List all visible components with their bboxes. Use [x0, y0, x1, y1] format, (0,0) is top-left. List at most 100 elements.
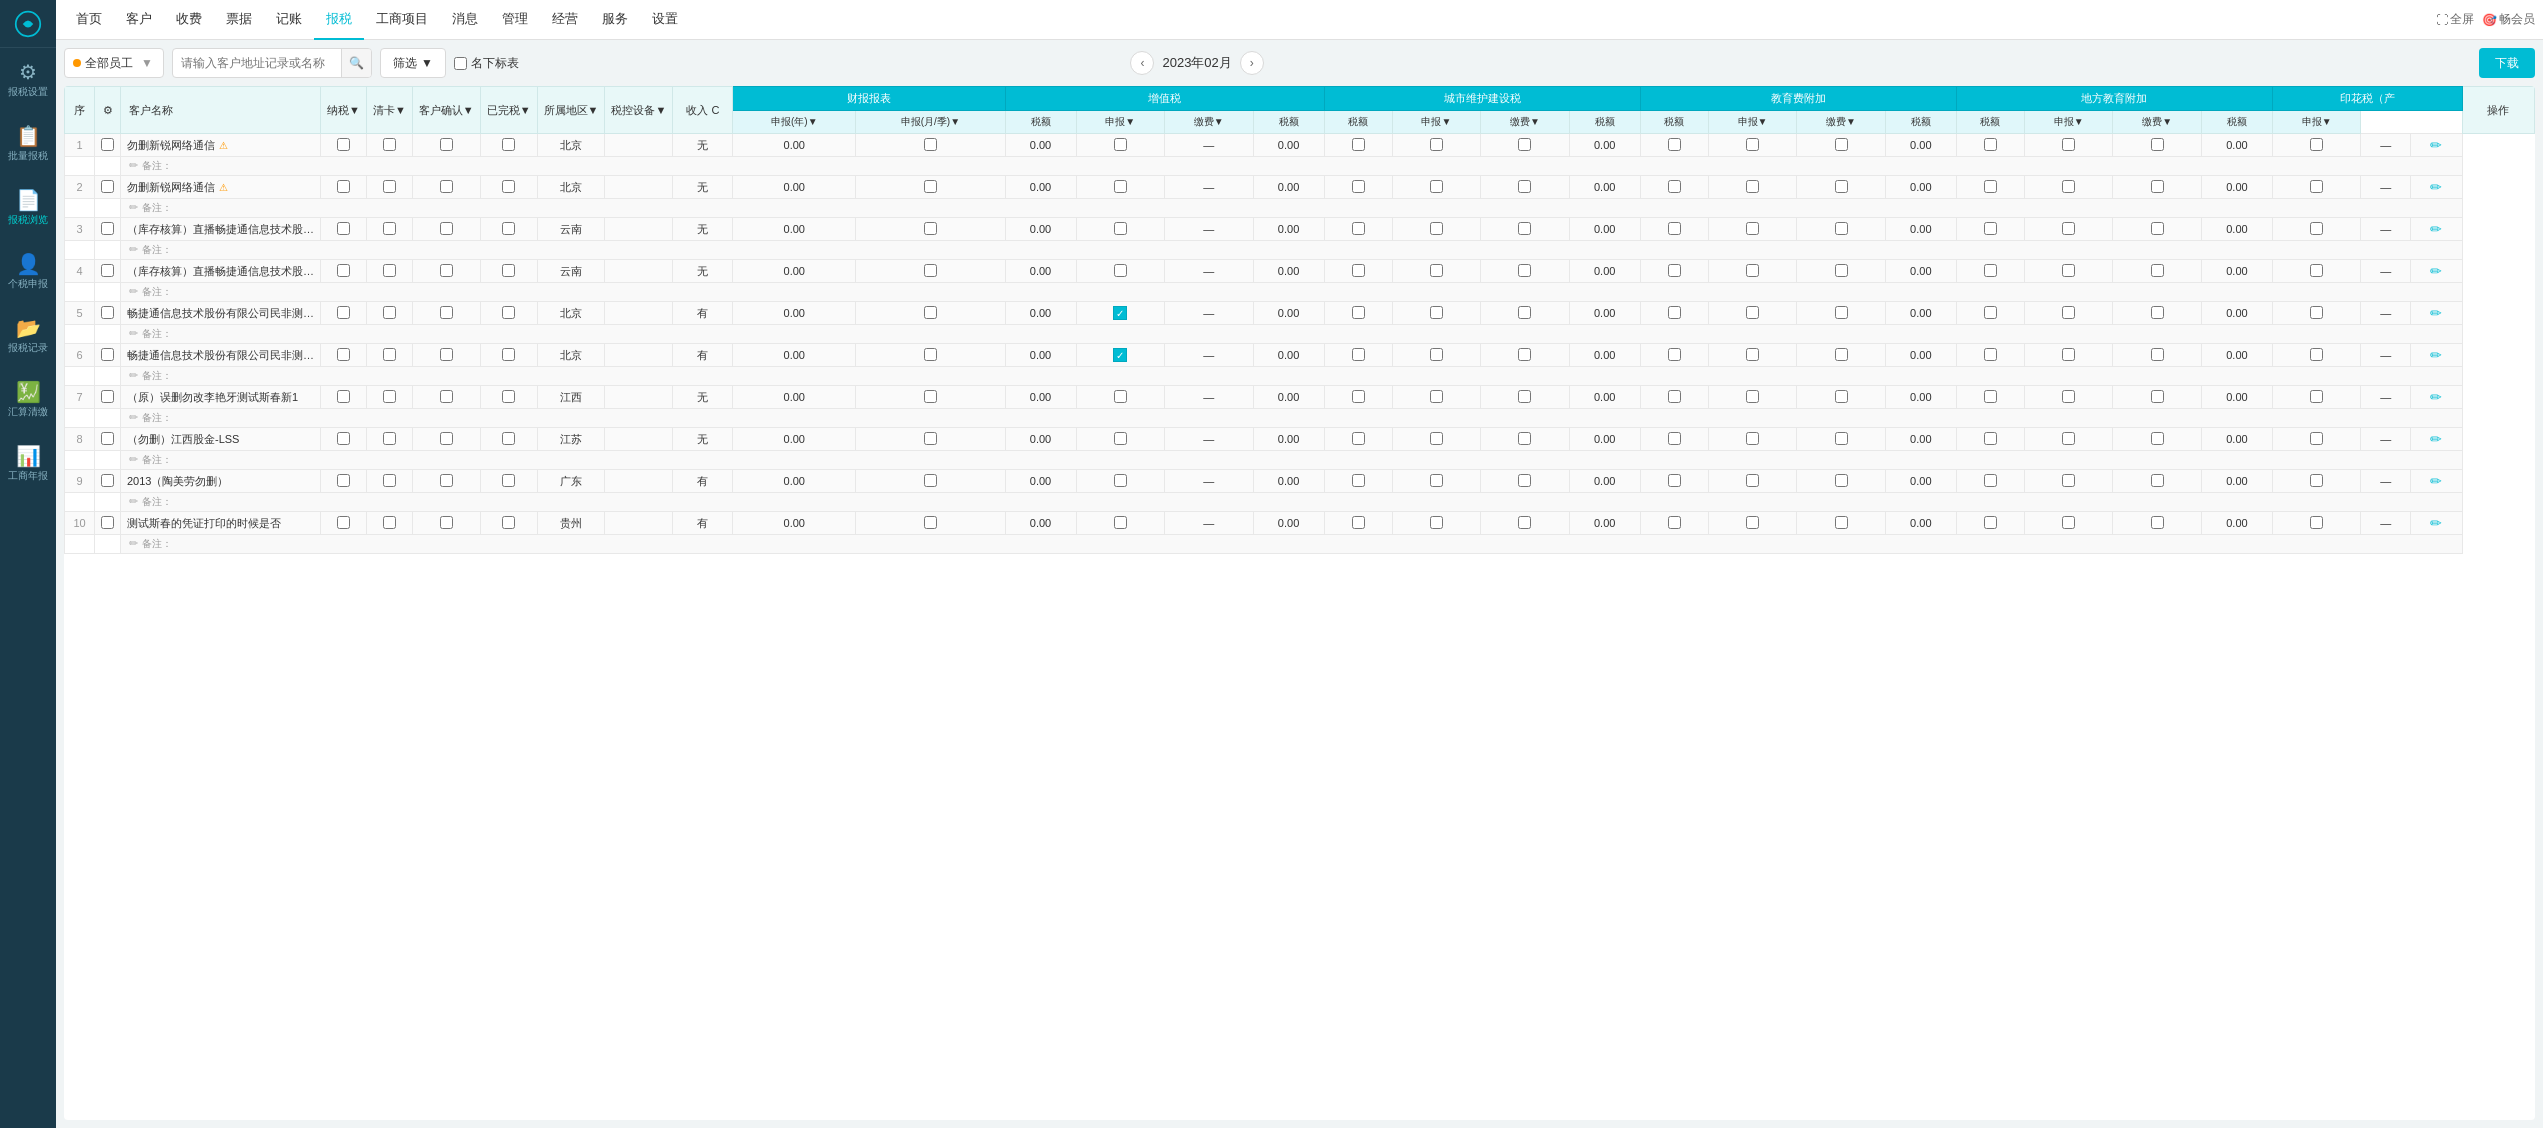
- edu-fee-checkbox[interactable]: [1835, 264, 1848, 277]
- nav-home[interactable]: 首页: [64, 0, 114, 40]
- note-pencil-icon[interactable]: ✏: [129, 243, 138, 255]
- stamp-report-checkbox[interactable]: [2310, 180, 2323, 193]
- cm-tax-checkbox[interactable]: [1352, 516, 1365, 529]
- local-report-checkbox[interactable]: [2062, 180, 2075, 193]
- th-local-report[interactable]: 申报▼: [2024, 111, 2113, 134]
- row-select-checkbox[interactable]: [101, 432, 114, 445]
- zz-report-checkbox[interactable]: [1114, 432, 1127, 445]
- nav-bookkeeping[interactable]: 记账: [264, 0, 314, 40]
- name-filter-checkbox[interactable]: [454, 57, 467, 70]
- paid-checkbox[interactable]: [502, 348, 515, 361]
- cm-report-checkbox[interactable]: [1430, 264, 1443, 277]
- edu-report-checkbox[interactable]: [1746, 390, 1759, 403]
- zz-report-checkbox[interactable]: [1114, 516, 1127, 529]
- edu-fee-checkbox[interactable]: [1835, 348, 1848, 361]
- cm-tax-checkbox[interactable]: [1352, 180, 1365, 193]
- paid-checkbox[interactable]: [502, 222, 515, 235]
- local-fee-checkbox[interactable]: [2151, 138, 2164, 151]
- edit-cell[interactable]: ✏: [2410, 344, 2462, 367]
- prev-month-button[interactable]: ‹: [1130, 51, 1154, 75]
- row-select-checkbox[interactable]: [101, 516, 114, 529]
- edit-cell[interactable]: ✏: [2410, 260, 2462, 283]
- local-tax-checkbox[interactable]: [1984, 138, 1997, 151]
- th-tax-type[interactable]: 纳税▼: [321, 87, 367, 134]
- th-cm-fee[interactable]: 缴费▼: [1481, 111, 1570, 134]
- nav-invoice[interactable]: 票据: [214, 0, 264, 40]
- row-select-checkbox[interactable]: [101, 390, 114, 403]
- edu-tax-checkbox[interactable]: [1668, 390, 1681, 403]
- logout-checkbox[interactable]: [383, 348, 396, 361]
- stamp-report-checkbox[interactable]: [2310, 348, 2323, 361]
- stamp-report-checkbox[interactable]: [2310, 222, 2323, 235]
- cm-tax-checkbox[interactable]: [1352, 432, 1365, 445]
- tax-type-checkbox[interactable]: [337, 348, 350, 361]
- local-fee-checkbox[interactable]: [2151, 264, 2164, 277]
- edu-tax-checkbox[interactable]: [1668, 180, 1681, 193]
- cm-report-checkbox[interactable]: [1430, 306, 1443, 319]
- edu-report-checkbox[interactable]: [1746, 432, 1759, 445]
- edit-icon[interactable]: ✏: [2430, 389, 2442, 405]
- local-fee-checkbox[interactable]: [2151, 180, 2164, 193]
- logout-checkbox[interactable]: [383, 180, 396, 193]
- cm-fee-checkbox[interactable]: [1518, 264, 1531, 277]
- tax-type-checkbox[interactable]: [337, 516, 350, 529]
- logout-checkbox[interactable]: [383, 474, 396, 487]
- th-edu-fee[interactable]: 缴费▼: [1797, 111, 1886, 134]
- th-cm-report[interactable]: 申报▼: [1392, 111, 1481, 134]
- search-input[interactable]: [173, 56, 341, 70]
- local-tax-checkbox[interactable]: [1984, 180, 1997, 193]
- cb-month-checkbox[interactable]: [924, 516, 937, 529]
- note-pencil-icon[interactable]: ✏: [129, 453, 138, 465]
- note-pencil-icon[interactable]: ✏: [129, 159, 138, 171]
- edu-report-checkbox[interactable]: [1746, 306, 1759, 319]
- logout-checkbox[interactable]: [383, 264, 396, 277]
- nav-tax[interactable]: 报税: [314, 0, 364, 40]
- row-select-checkbox[interactable]: [101, 348, 114, 361]
- edit-icon[interactable]: ✏: [2430, 179, 2442, 195]
- edit-icon[interactable]: ✏: [2430, 221, 2442, 237]
- confirm-checkbox[interactable]: [440, 306, 453, 319]
- nav-service[interactable]: 服务: [590, 0, 640, 40]
- th-local-fee[interactable]: 缴费▼: [2113, 111, 2202, 134]
- sidebar-item-tax-view[interactable]: 📄 报税浏览: [0, 176, 56, 240]
- edu-tax-checkbox[interactable]: [1668, 264, 1681, 277]
- edu-tax-checkbox[interactable]: [1668, 474, 1681, 487]
- edu-fee-checkbox[interactable]: [1835, 138, 1848, 151]
- nav-message[interactable]: 消息: [440, 0, 490, 40]
- stamp-report-checkbox[interactable]: [2310, 474, 2323, 487]
- note-pencil-icon[interactable]: ✏: [129, 201, 138, 213]
- local-tax-checkbox[interactable]: [1984, 348, 1997, 361]
- local-tax-checkbox[interactable]: [1984, 222, 1997, 235]
- cb-month-checkbox[interactable]: [924, 432, 937, 445]
- tax-type-checkbox[interactable]: [337, 306, 350, 319]
- edu-report-checkbox[interactable]: [1746, 138, 1759, 151]
- cm-fee-checkbox[interactable]: [1518, 138, 1531, 151]
- th-edu-report[interactable]: 申报▼: [1708, 111, 1797, 134]
- edit-cell[interactable]: ✏: [2410, 428, 2462, 451]
- edu-fee-checkbox[interactable]: [1835, 432, 1848, 445]
- cm-tax-checkbox[interactable]: [1352, 138, 1365, 151]
- paid-checkbox[interactable]: [502, 138, 515, 151]
- cb-month-checkbox[interactable]: [924, 306, 937, 319]
- cm-fee-checkbox[interactable]: [1518, 516, 1531, 529]
- cm-report-checkbox[interactable]: [1430, 222, 1443, 235]
- edu-tax-checkbox[interactable]: [1668, 306, 1681, 319]
- local-fee-checkbox[interactable]: [2151, 348, 2164, 361]
- note-pencil-icon[interactable]: ✏: [129, 285, 138, 297]
- cm-fee-checkbox[interactable]: [1518, 474, 1531, 487]
- paid-checkbox[interactable]: [502, 474, 515, 487]
- th-logout[interactable]: 清卡▼: [366, 87, 412, 134]
- tax-type-checkbox[interactable]: [337, 180, 350, 193]
- local-fee-checkbox[interactable]: [2151, 306, 2164, 319]
- confirm-checkbox[interactable]: [440, 432, 453, 445]
- note-pencil-icon[interactable]: ✏: [129, 369, 138, 381]
- note-pencil-icon[interactable]: ✏: [129, 411, 138, 423]
- th-zz-fee[interactable]: 缴费▼: [1165, 111, 1254, 134]
- edit-cell[interactable]: ✏: [2410, 218, 2462, 241]
- nav-settings[interactable]: 设置: [640, 0, 690, 40]
- edu-fee-checkbox[interactable]: [1835, 516, 1848, 529]
- confirm-checkbox[interactable]: [440, 390, 453, 403]
- tax-type-checkbox[interactable]: [337, 138, 350, 151]
- cm-report-checkbox[interactable]: [1430, 474, 1443, 487]
- note-pencil-icon[interactable]: ✏: [129, 495, 138, 507]
